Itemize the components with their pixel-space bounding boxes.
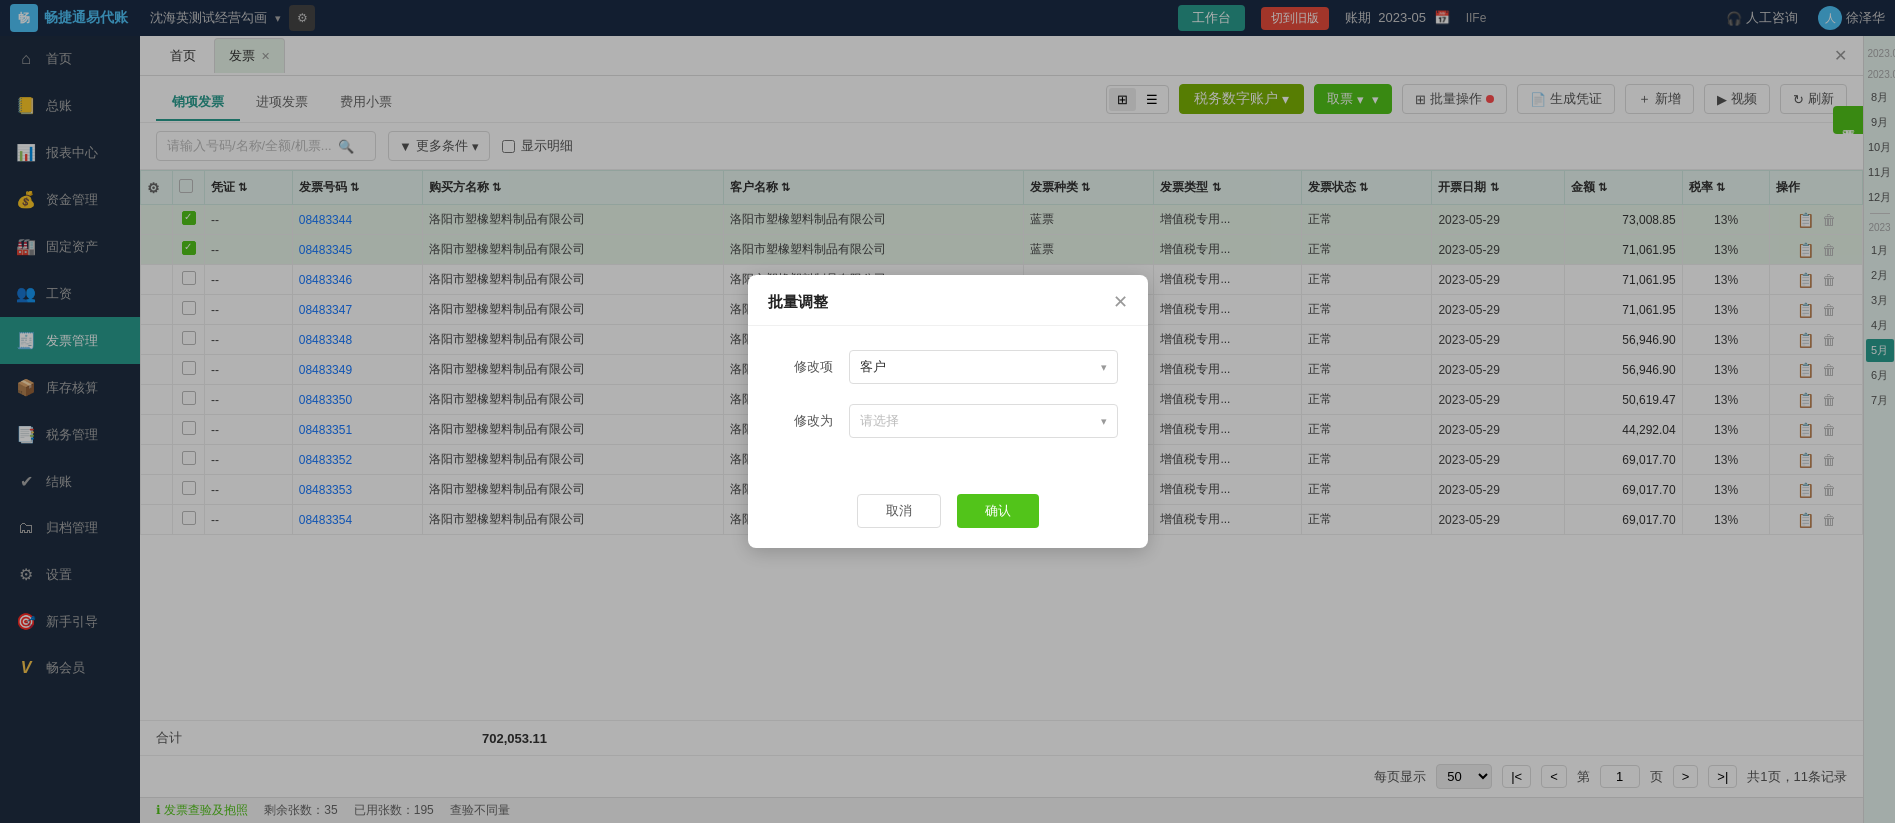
modify-field-arrow: ▾ — [1101, 361, 1107, 374]
modal-cancel-btn[interactable]: 取消 — [857, 494, 941, 528]
modify-to-label: 修改为 — [778, 412, 833, 430]
modal-footer: 取消 确认 — [748, 482, 1148, 548]
modal-body: 修改项 客户 ▾ 修改为 请选择 ▾ — [748, 326, 1148, 482]
modify-to-arrow: ▾ — [1101, 415, 1107, 428]
modal-title: 批量调整 — [768, 293, 828, 312]
modify-to-placeholder: 请选择 — [860, 412, 899, 430]
modify-field-label: 修改项 — [778, 358, 833, 376]
modify-to-select[interactable]: 请选择 ▾ — [849, 404, 1118, 438]
modal-row-modify-to: 修改为 请选择 ▾ — [778, 404, 1118, 438]
modify-field-select[interactable]: 客户 ▾ — [849, 350, 1118, 384]
modal-overlay: 批量调整 ✕ 修改项 客户 ▾ 修改为 请选择 ▾ 取消 确认 — [0, 0, 1895, 823]
modal-confirm-btn[interactable]: 确认 — [957, 494, 1039, 528]
batch-adjust-modal: 批量调整 ✕ 修改项 客户 ▾ 修改为 请选择 ▾ 取消 确认 — [748, 275, 1148, 548]
modal-header: 批量调整 ✕ — [748, 275, 1148, 326]
modal-row-modify-field: 修改项 客户 ▾ — [778, 350, 1118, 384]
modal-close-btn[interactable]: ✕ — [1113, 291, 1128, 313]
modify-field-value: 客户 — [860, 358, 886, 376]
